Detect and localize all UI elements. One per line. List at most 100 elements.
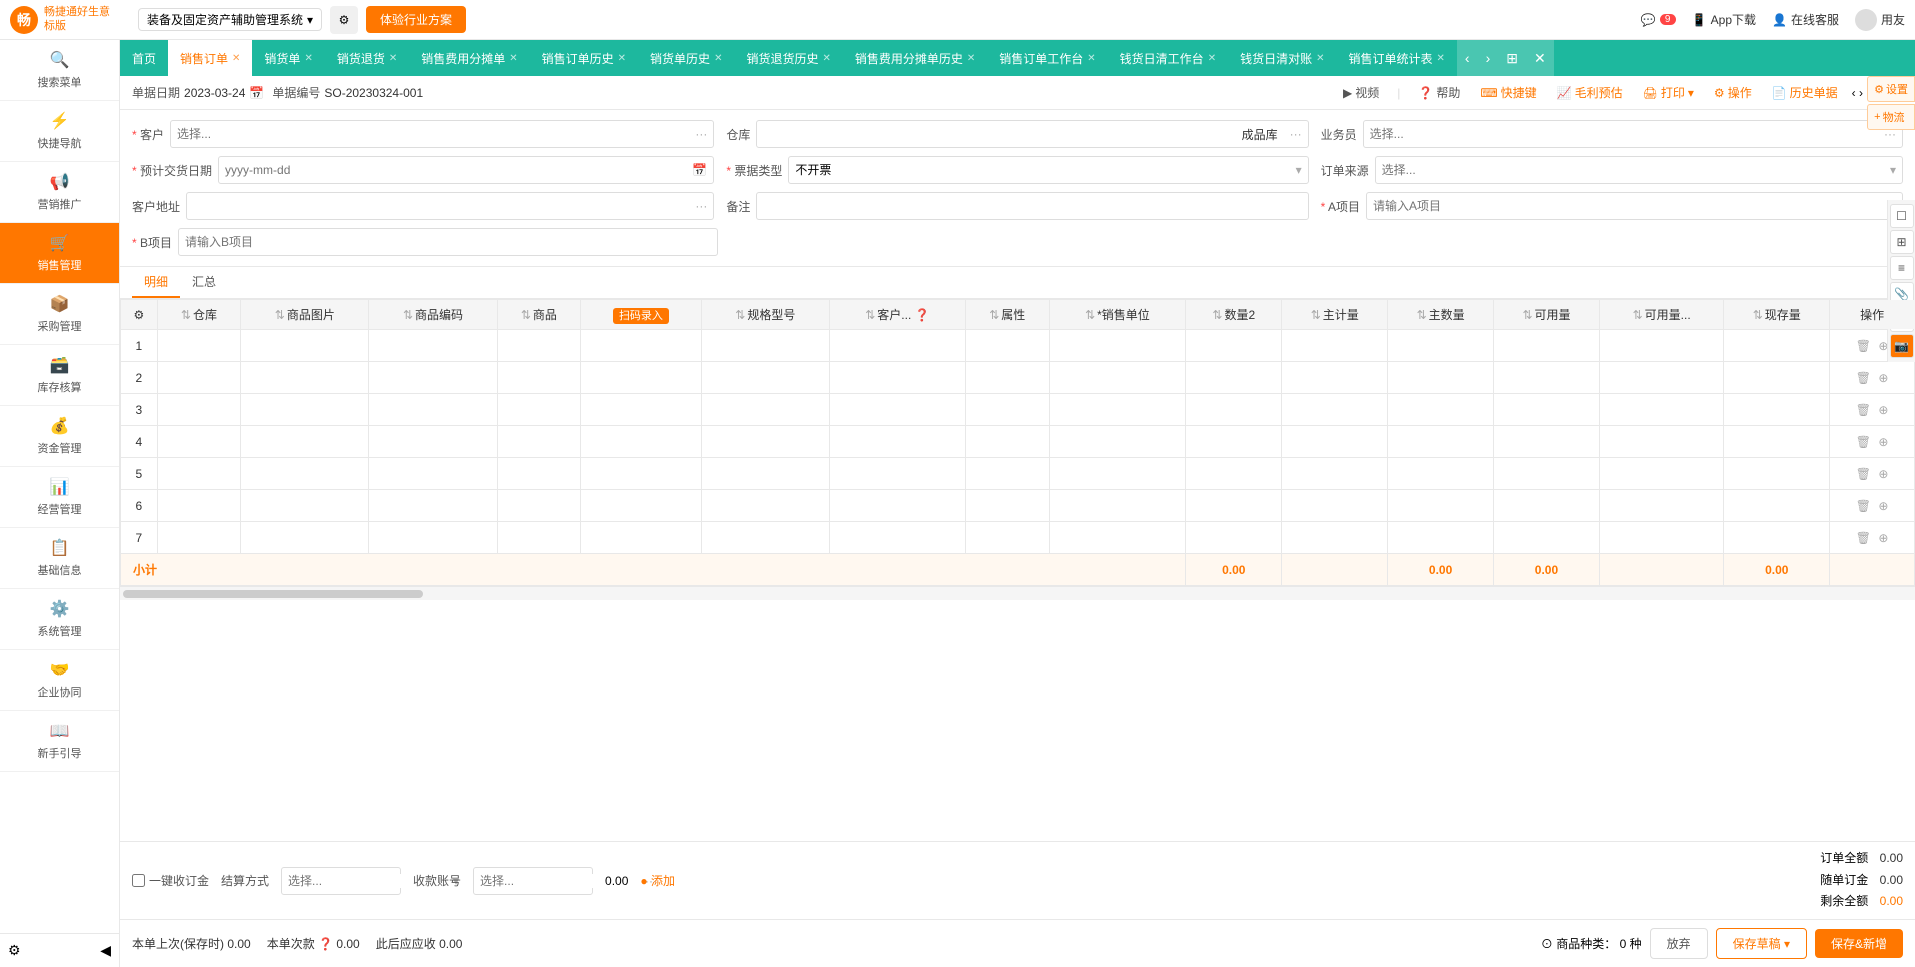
row1-attr[interactable]	[965, 330, 1049, 362]
row1-main-unit[interactable]	[1282, 330, 1388, 362]
warehouse-input[interactable]	[757, 127, 1235, 141]
scrollbar-thumb[interactable]	[123, 590, 423, 598]
shortcuts-btn[interactable]: ⌨ 快捷键	[1474, 82, 1542, 103]
tab-close-sales-fee[interactable]: ✕	[509, 53, 517, 64]
invoice-dropdown-icon[interactable]: ▾	[1290, 163, 1308, 177]
row3-actions[interactable]: 🗑 ⊕	[1830, 394, 1915, 426]
app-download-item[interactable]: 📱 App下载	[1692, 11, 1756, 28]
tab-home[interactable]: 首页	[120, 40, 168, 76]
one-click-checkout-label[interactable]: 一键收订金	[132, 872, 209, 889]
order-source-input[interactable]	[1376, 163, 1884, 177]
customer-input[interactable]	[171, 127, 689, 141]
tab-sales-credit-history[interactable]: 销货单历史 ✕	[638, 40, 734, 76]
row1-qty2[interactable]	[1186, 330, 1282, 362]
tab-close-all[interactable]: ✕	[1526, 40, 1554, 76]
row7-actions[interactable]: 🗑 ⊕	[1830, 522, 1915, 554]
th-available[interactable]: ⇅可用量	[1494, 300, 1600, 330]
settings-quick-btn[interactable]: ⚙ 设置	[1867, 76, 1915, 102]
row1-product[interactable]	[497, 330, 581, 362]
salesperson-input[interactable]	[1364, 127, 1878, 141]
sidebar-item-purchase[interactable]: 📦 采购管理	[0, 284, 119, 345]
payment-method-select[interactable]: ▾	[281, 867, 401, 895]
credit-help-icon[interactable]: ❓	[318, 937, 333, 951]
online-service-item[interactable]: 👤 在线客服	[1772, 11, 1839, 28]
user-item[interactable]: 用友	[1855, 9, 1905, 31]
tab-cash-daily-workbench[interactable]: 钱货日清工作台 ✕	[1108, 40, 1228, 76]
th-gear[interactable]: ⚙	[121, 300, 158, 330]
remark-input[interactable]	[757, 199, 1307, 213]
a-project-input[interactable]	[1367, 199, 1902, 213]
th-product-image[interactable]: ⇅商品图片	[241, 300, 369, 330]
add-account-btn[interactable]: ● 添加	[640, 872, 675, 889]
save-new-btn[interactable]: 保存&新增	[1815, 929, 1903, 958]
row1-customer-code[interactable]	[829, 330, 965, 362]
tab-close-order-stats[interactable]: ✕	[1437, 53, 1445, 64]
right-tool-1[interactable]: ☐	[1890, 204, 1914, 228]
th-sales-unit[interactable]: ⇅*销售单位	[1049, 300, 1186, 330]
right-tool-2[interactable]: ⊞	[1890, 230, 1914, 254]
order-source-group[interactable]: ▾	[1375, 156, 1903, 184]
sidebar-item-nav[interactable]: ⚡ 快捷导航	[0, 101, 119, 162]
row1-unit[interactable]	[1049, 330, 1186, 362]
tab-close-sales-order[interactable]: ✕	[232, 53, 240, 64]
th-spec[interactable]: ⇅规格型号	[701, 300, 829, 330]
row1-stock[interactable]	[1724, 330, 1830, 362]
row6-delete-icon[interactable]: 🗑	[1856, 499, 1871, 513]
warehouse-input-group[interactable]: 成品库 ···	[756, 120, 1308, 148]
row1-spec[interactable]	[701, 330, 829, 362]
row1-scan[interactable]	[581, 330, 702, 362]
discard-btn[interactable]: 放弃	[1650, 928, 1708, 959]
address-input[interactable]	[187, 199, 689, 213]
operations-btn[interactable]: ⚙ 操作	[1708, 82, 1758, 103]
account-select[interactable]: ···	[473, 867, 593, 895]
tab-close-sales-credit[interactable]: ✕	[304, 53, 312, 64]
settings-gear-icon[interactable]: ⚙	[8, 942, 21, 959]
a-project-group[interactable]	[1366, 192, 1903, 220]
row5-delete-icon[interactable]: 🗑	[1856, 467, 1871, 481]
row2-copy-icon[interactable]: ⊕	[1878, 371, 1888, 385]
tab-order-workbench[interactable]: 销售订单工作台 ✕	[987, 40, 1107, 76]
row1-available2[interactable]	[1599, 330, 1723, 362]
right-tool-3[interactable]: ≡	[1890, 256, 1914, 280]
horizontal-scrollbar[interactable]	[120, 586, 1915, 600]
row1-available[interactable]	[1494, 330, 1600, 362]
row1-main-qty[interactable]	[1388, 330, 1494, 362]
salesperson-input-group[interactable]: ···	[1363, 120, 1903, 148]
tab-close-credit-history[interactable]: ✕	[714, 53, 722, 64]
remark-group[interactable]	[756, 192, 1308, 220]
row5-actions[interactable]: 🗑 ⊕	[1830, 458, 1915, 490]
th-scan[interactable]: 扫码录入	[581, 300, 702, 330]
tab-expand[interactable]: ⊞	[1498, 40, 1526, 76]
row1-warehouse[interactable]	[157, 330, 241, 362]
invoice-type-group[interactable]: 不开票 ▾	[788, 156, 1308, 184]
address-dots[interactable]: ···	[689, 199, 713, 213]
customer-input-group[interactable]: ···	[170, 120, 714, 148]
row1-image[interactable]	[241, 330, 369, 362]
one-click-checkout-checkbox[interactable]	[132, 874, 145, 887]
tab-cash-account[interactable]: 钱货日清对账 ✕	[1228, 40, 1336, 76]
th-customer-code[interactable]: ⇅客户... ❓	[829, 300, 965, 330]
settings-icon[interactable]: ⚙	[330, 6, 358, 34]
th-qty2[interactable]: ⇅数量2	[1186, 300, 1282, 330]
tab-sales-fee-split[interactable]: 销售费用分摊单 ✕	[409, 40, 529, 76]
th-available2[interactable]: ⇅可用量...	[1599, 300, 1723, 330]
th-stock[interactable]: ⇅现存量	[1724, 300, 1830, 330]
tab-close-cash-workbench[interactable]: ✕	[1208, 53, 1216, 64]
th-product[interactable]: ⇅商品	[497, 300, 581, 330]
sidebar-item-basic[interactable]: 📋 基础信息	[0, 528, 119, 589]
sidebar-item-operations[interactable]: 📊 经营管理	[0, 467, 119, 528]
save-draft-dropdown[interactable]: ▾	[1784, 937, 1790, 951]
detail-tab-summary[interactable]: 汇总	[180, 267, 228, 298]
sidebar-item-search[interactable]: 🔍 搜索菜单	[0, 40, 119, 101]
tab-close-order-workbench[interactable]: ✕	[1087, 53, 1095, 64]
b-project-input[interactable]	[179, 235, 717, 249]
delivery-cal-icon[interactable]: 📅	[686, 163, 713, 177]
sidebar-item-inventory[interactable]: 🗃️ 库存核算	[0, 345, 119, 406]
calendar-icon[interactable]: 📅	[249, 86, 264, 100]
history-docs-btn[interactable]: 📄 历史单据	[1766, 82, 1844, 103]
delivery-date-group[interactable]: 📅	[218, 156, 714, 184]
profit-btn[interactable]: 📈 毛利预估	[1551, 82, 1629, 103]
tab-close-cash-account[interactable]: ✕	[1316, 53, 1324, 64]
tab-scroll-left[interactable]: ‹	[1457, 40, 1478, 76]
row3-copy-icon[interactable]: ⊕	[1878, 403, 1888, 417]
